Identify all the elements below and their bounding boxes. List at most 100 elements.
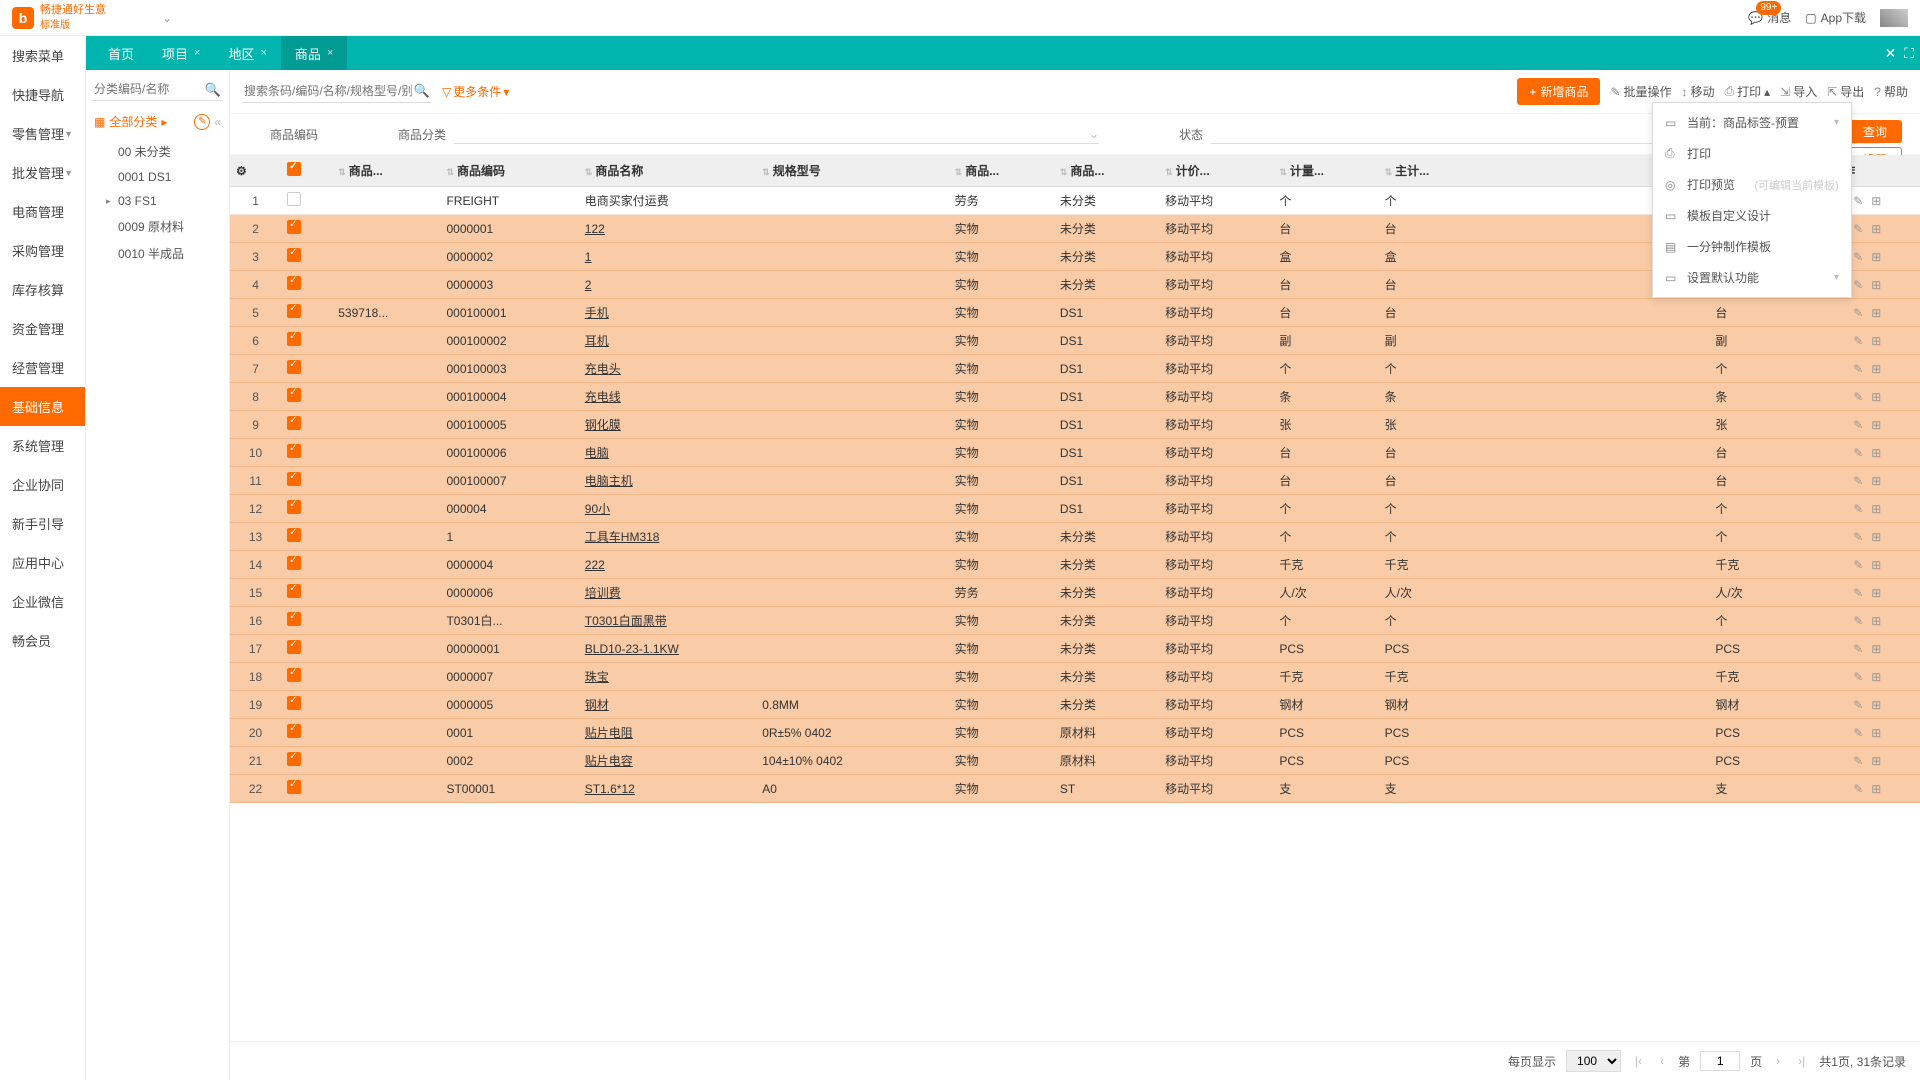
tab-close-icon[interactable]: ×	[327, 47, 333, 59]
edit-category-icon[interactable]: ✎	[194, 114, 210, 130]
product-name-link[interactable]: 珠宝	[585, 670, 609, 684]
table-row[interactable]: 131工具车HM318实物未分类移动平均个个个✎⊞	[230, 523, 1920, 551]
row-edit-icon[interactable]: ✎	[1853, 334, 1863, 348]
column-header[interactable]: ⇅规格型号	[756, 155, 948, 187]
row-more-icon[interactable]: ⊞	[1871, 614, 1881, 628]
sidebar-item[interactable]: 应用中心	[0, 543, 85, 582]
dd-template-custom[interactable]: ▭模板自定义设计	[1653, 200, 1851, 231]
row-edit-icon[interactable]: ✎	[1853, 306, 1863, 320]
sort-icon[interactable]: ⇅	[1279, 167, 1287, 177]
row-more-icon[interactable]: ⊞	[1871, 754, 1881, 768]
row-checkbox[interactable]	[287, 444, 301, 458]
sidebar-item[interactable]: 新手引导	[0, 504, 85, 543]
column-header[interactable]: ⇅商品...	[949, 155, 1054, 187]
tab[interactable]: 项目×	[148, 36, 214, 70]
product-name-link[interactable]: T0301白面黑带	[585, 614, 667, 628]
product-name-link[interactable]: 贴片电容	[585, 754, 633, 768]
tree-search-input[interactable]	[92, 78, 223, 101]
tree-item[interactable]: 00 未分类	[92, 138, 223, 165]
sidebar-item[interactable]: 经营管理	[0, 348, 85, 387]
row-edit-icon[interactable]: ✎	[1853, 558, 1863, 572]
fullscreen-icon[interactable]: ⛶	[1904, 45, 1914, 62]
product-name-link[interactable]: 手机	[585, 306, 609, 320]
row-edit-icon[interactable]: ✎	[1853, 446, 1863, 460]
table-row[interactable]: 5539718...000100001手机实物DS1移动平均台台台✎⊞	[230, 299, 1920, 327]
product-name-link[interactable]: 122	[585, 222, 605, 236]
column-header[interactable]: ⇅计价...	[1159, 155, 1273, 187]
column-header[interactable]: ⚙	[230, 155, 281, 187]
product-name-link[interactable]: 培训费	[585, 586, 621, 600]
table-row[interactable]: 10000100006电脑实物DS1移动平均台台台✎⊞	[230, 439, 1920, 467]
column-header[interactable]	[281, 155, 332, 187]
sidebar-item[interactable]: 畅会员	[0, 621, 85, 660]
column-header[interactable]: ⇅商品...	[332, 155, 440, 187]
dd-template-quick[interactable]: ▤一分钟制作模板	[1653, 231, 1851, 262]
collapse-tree-icon[interactable]: «	[212, 115, 223, 129]
tree-item[interactable]: 0009 原材料	[92, 213, 223, 240]
table-row[interactable]: 9000100005钢化膜实物DS1移动平均张张张✎⊞	[230, 411, 1920, 439]
row-edit-icon[interactable]: ✎	[1853, 194, 1863, 208]
sidebar-item[interactable]: 企业微信	[0, 582, 85, 621]
row-checkbox[interactable]	[287, 416, 301, 430]
row-edit-icon[interactable]: ✎	[1853, 418, 1863, 432]
query-button[interactable]: 查询	[1848, 120, 1902, 143]
row-checkbox[interactable]	[287, 668, 301, 682]
row-checkbox[interactable]	[287, 304, 301, 318]
row-more-icon[interactable]: ⊞	[1871, 250, 1881, 264]
table-row[interactable]: 180000007珠宝实物未分类移动平均千克千克千克✎⊞	[230, 663, 1920, 691]
product-name-link[interactable]: 电脑主机	[585, 474, 633, 488]
tree-item[interactable]: ▸03 FS1	[92, 189, 223, 213]
row-more-icon[interactable]: ⊞	[1871, 390, 1881, 404]
add-product-button[interactable]: + 新增商品	[1517, 78, 1600, 105]
messages-button[interactable]: 99+ 💬 消息	[1748, 9, 1791, 26]
product-name-link[interactable]: 工具车HM318	[585, 530, 660, 544]
table-row[interactable]: 1200000490小实物DS1移动平均个个个✎⊞	[230, 495, 1920, 523]
avatar[interactable]	[1880, 9, 1908, 27]
sort-icon[interactable]: ⇅	[955, 167, 963, 177]
row-edit-icon[interactable]: ✎	[1853, 530, 1863, 544]
table-row[interactable]: 140000004222实物未分类移动平均千克千克千克✎⊞	[230, 551, 1920, 579]
row-edit-icon[interactable]: ✎	[1853, 782, 1863, 796]
tab[interactable]: 地区×	[214, 36, 280, 70]
filter-category-select[interactable]: ⌄	[454, 124, 1099, 144]
row-more-icon[interactable]: ⊞	[1871, 194, 1881, 208]
sidebar-item[interactable]: 电商管理	[0, 192, 85, 231]
row-more-icon[interactable]: ⊞	[1871, 726, 1881, 740]
table-row[interactable]: 7000100003充电头实物DS1移动平均个个个✎⊞	[230, 355, 1920, 383]
row-edit-icon[interactable]: ✎	[1853, 362, 1863, 376]
tab[interactable]: 商品×	[281, 36, 347, 70]
row-checkbox[interactable]	[287, 556, 301, 570]
row-more-icon[interactable]: ⊞	[1871, 278, 1881, 292]
row-more-icon[interactable]: ⊞	[1871, 222, 1881, 236]
row-checkbox[interactable]	[287, 584, 301, 598]
app-download-button[interactable]: ▢ App下载	[1805, 9, 1866, 26]
sidebar-item[interactable]: 快捷导航	[0, 75, 85, 114]
tab-close-icon[interactable]: ✕	[1884, 45, 1896, 62]
row-edit-icon[interactable]: ✎	[1853, 586, 1863, 600]
row-checkbox[interactable]	[287, 248, 301, 262]
sidebar-item[interactable]: 零售管理▼	[0, 114, 85, 153]
column-header[interactable]: ⇅商品编码	[440, 155, 578, 187]
sort-icon[interactable]: ⇅	[1165, 167, 1173, 177]
tab-close-icon[interactable]: ×	[194, 47, 200, 59]
row-checkbox[interactable]	[287, 276, 301, 290]
row-edit-icon[interactable]: ✎	[1853, 726, 1863, 740]
row-more-icon[interactable]: ⊞	[1871, 586, 1881, 600]
row-checkbox[interactable]	[287, 780, 301, 794]
gear-icon[interactable]: ⚙	[236, 164, 247, 178]
dd-current-template[interactable]: ▭当前：商品标签-预置▾	[1653, 107, 1851, 138]
row-edit-icon[interactable]: ✎	[1853, 502, 1863, 516]
row-more-icon[interactable]: ⊞	[1871, 362, 1881, 376]
table-row[interactable]: 210002贴片电容104±10% 0402实物原材料移动平均PCSPCSPCS…	[230, 747, 1920, 775]
table-row[interactable]: 1700000001BLD10-23-1.1KW实物未分类移动平均PCSPCSP…	[230, 635, 1920, 663]
page-last-icon[interactable]: ›|	[1794, 1054, 1809, 1068]
batch-ops-button[interactable]: ✎批量操作	[1610, 83, 1671, 100]
row-more-icon[interactable]: ⊞	[1871, 502, 1881, 516]
row-checkbox[interactable]	[287, 752, 301, 766]
sort-icon[interactable]: ⇅	[762, 167, 770, 177]
tree-root[interactable]: ▦ 全部分类 ▸	[92, 109, 169, 134]
row-more-icon[interactable]: ⊞	[1871, 642, 1881, 656]
row-checkbox[interactable]	[287, 220, 301, 234]
import-button[interactable]: ⇲导入	[1780, 83, 1817, 100]
row-edit-icon[interactable]: ✎	[1853, 670, 1863, 684]
